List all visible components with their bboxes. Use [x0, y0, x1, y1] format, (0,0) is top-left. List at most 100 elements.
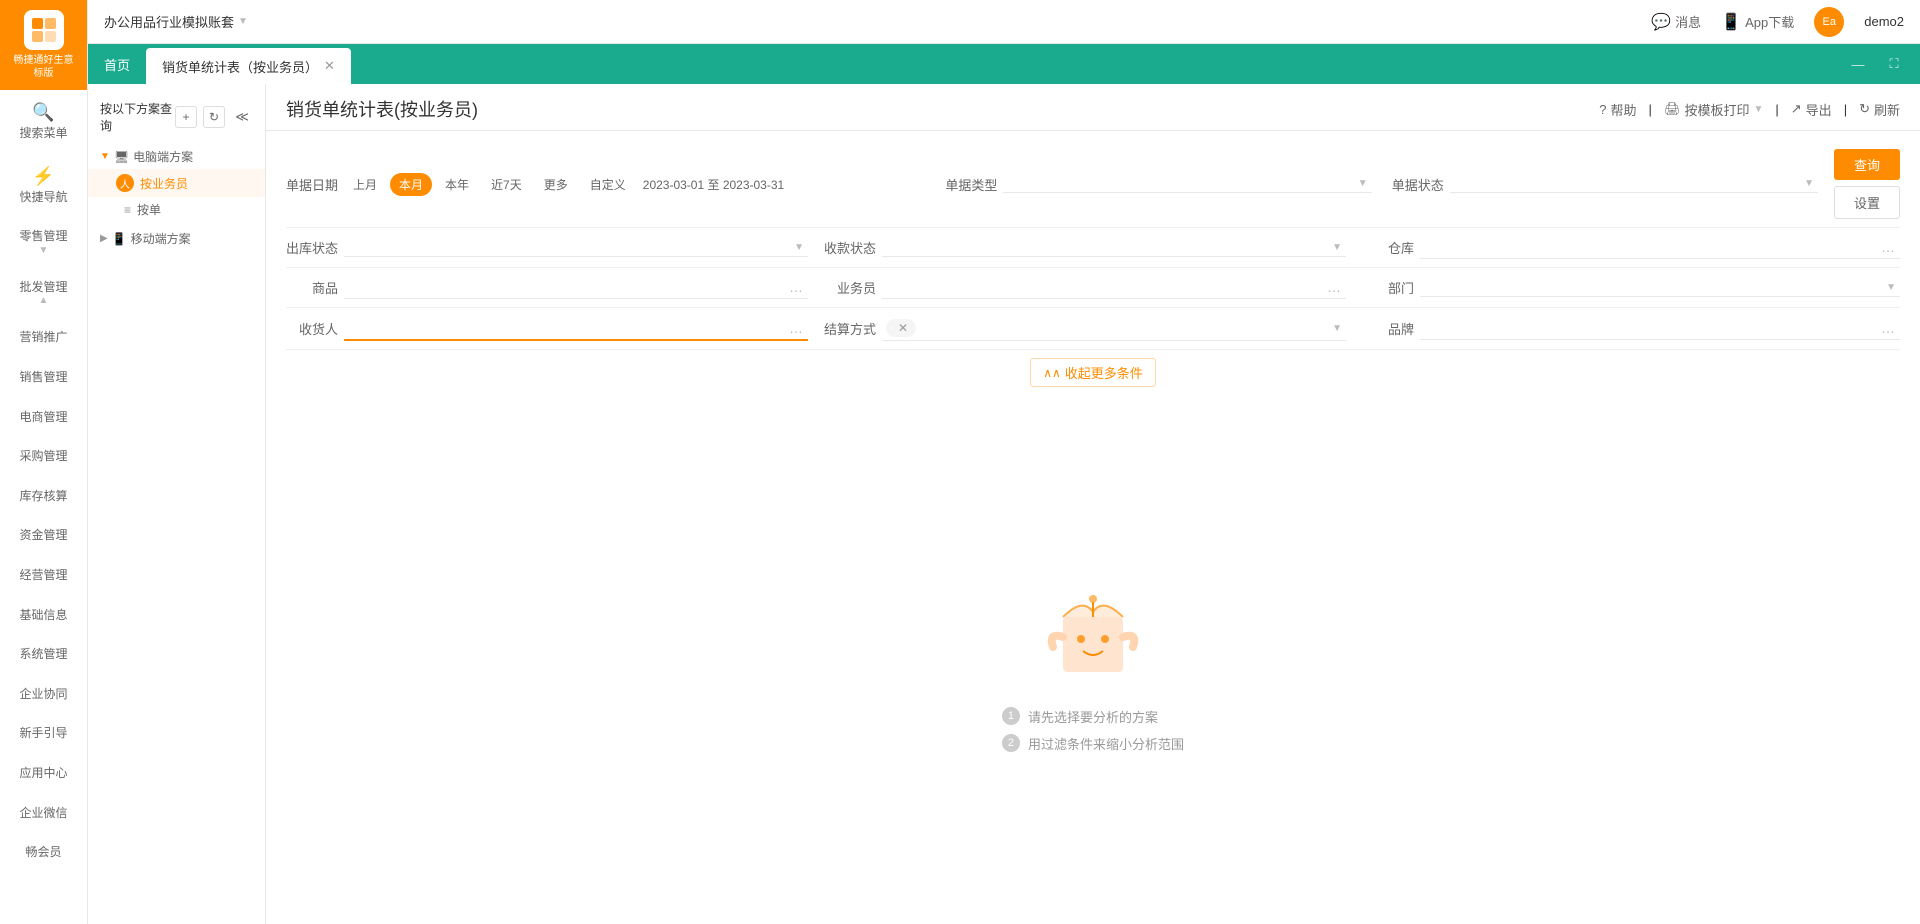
sidebar-item-wechat[interactable]: 企业微信 [0, 794, 87, 834]
sidebar-item-basics[interactable]: 基础信息 [0, 596, 87, 636]
date-btn-last-month[interactable]: 上月 [344, 173, 386, 196]
out-status-select[interactable]: ▼ [344, 239, 808, 257]
panel-header: 按以下方案查询 + ↻ ≪ [88, 94, 265, 140]
export-icon: ↗ [1791, 101, 1802, 117]
minimize-icon: — [1852, 57, 1865, 72]
quick-nav-icon: ⚡ [32, 166, 54, 187]
tip-num-2: 2 [1002, 734, 1020, 752]
date-btn-this-year[interactable]: 本年 [436, 173, 478, 196]
sidebar-item-finance[interactable]: 资金管理 [0, 516, 87, 556]
account-selector[interactable]: 办公用品行业模拟账套 ▼ [104, 12, 248, 31]
app-download-action[interactable]: 📱 App下载 [1721, 12, 1794, 32]
date-btn-this-month[interactable]: 本月 [390, 173, 432, 196]
sidebar-item-newbie[interactable]: 新手引导 [0, 714, 87, 754]
page-title: 销货单统计表(按业务员) [286, 96, 478, 122]
doc-type-select[interactable]: ▼ [1003, 175, 1371, 193]
header-left: 办公用品行业模拟账套 ▼ [104, 12, 248, 31]
tab-maximize-button[interactable]: ⛶ [1880, 50, 1908, 78]
empty-illustration [1033, 567, 1153, 687]
brand-input[interactable]: … [1420, 317, 1900, 340]
top-header: 办公用品行业模拟账套 ▼ 💬 消息 📱 App下载 Ea demo2 [88, 0, 1920, 44]
sidebar-item-inventory[interactable]: 库存核算 [0, 477, 87, 517]
plan-sub-by-order[interactable]: ≡ 按单 [88, 197, 265, 222]
settings-button[interactable]: 设置 [1834, 186, 1900, 219]
warehouse-input[interactable]: … [1420, 236, 1900, 259]
refresh-action[interactable]: ↻ 刷新 [1859, 100, 1900, 119]
add-plan-button[interactable]: + [175, 106, 197, 128]
receiver-input[interactable]: … [344, 317, 808, 341]
print-icon: 🖨 [1664, 101, 1681, 117]
mobile-icon: 📱 [1721, 12, 1741, 32]
sidebar-item-quick-nav[interactable]: ⚡ 快捷导航 [0, 154, 87, 218]
desktop-section-header[interactable]: ▼ 🖥 电脑端方案 [88, 144, 265, 169]
sidebar-item-operations[interactable]: 经营管理 [0, 556, 87, 596]
refresh-plan-button[interactable]: ↻ [203, 106, 225, 128]
wholesale-expand-icon: ▲ [39, 295, 49, 306]
out-status-chevron-icon: ▼ [794, 242, 804, 253]
dept-select[interactable]: ▼ [1420, 279, 1900, 297]
receiver-dots-icon[interactable]: … [789, 320, 804, 336]
order-icon: ≡ [124, 203, 131, 217]
logo-text: 畅捷通好生意 标版 [14, 54, 74, 80]
sidebar-item-system[interactable]: 系统管理 [0, 635, 87, 675]
settlement-tag-close[interactable]: ✕ [898, 321, 908, 335]
sidebar-item-ecommerce[interactable]: 电商管理 [0, 398, 87, 438]
collect-status-select[interactable]: ▼ [882, 239, 1346, 257]
sidebar-item-sales[interactable]: 销售管理 [0, 358, 87, 398]
tab-home[interactable]: 首页 [88, 44, 146, 84]
salesperson-icon: 人 [116, 174, 134, 192]
goods-input[interactable]: … [344, 276, 808, 299]
salesperson-input[interactable]: … [882, 276, 1346, 299]
logo-area[interactable]: 畅捷通好生意 标版 [0, 0, 87, 90]
salesperson-dots-icon[interactable]: … [1327, 279, 1342, 295]
sidebar-item-member[interactable]: 畅会员 [0, 833, 87, 873]
date-btn-7days[interactable]: 近7天 [482, 173, 531, 196]
query-button[interactable]: 查询 [1834, 149, 1900, 180]
brand-dots-icon[interactable]: … [1881, 320, 1896, 336]
collapse-row: ∧∧ 收起更多条件 [286, 350, 1900, 395]
message-action[interactable]: 💬 消息 [1651, 12, 1701, 32]
sidebar: 畅捷通好生意 标版 🔍 搜索菜单 ⚡ 快捷导航 零售管理 ▼ 批发管理 ▲ 营销… [0, 0, 88, 924]
mobile-section-header[interactable]: ▶ 📱 移动端方案 [88, 226, 265, 251]
doc-status-chevron-icon: ▼ [1804, 178, 1814, 189]
settlement-cell: 结算方式 ✕ ▼ [824, 308, 1362, 349]
tab-minimize-button[interactable]: — [1844, 50, 1872, 78]
filter-row-3: 商品 … 业务员 … 部门 [286, 268, 1900, 308]
page-title-bar: 销货单统计表(按业务员) ? 帮助 | 🖨 按模板打印 ▼ | ↗ [266, 84, 1920, 131]
sidebar-item-retail[interactable]: 零售管理 ▼ [0, 217, 87, 268]
date-btn-more[interactable]: 更多 [535, 173, 577, 196]
settlement-select[interactable]: ✕ ▼ [882, 316, 1346, 341]
settlement-tag: ✕ [886, 319, 916, 337]
tab-sales-stat[interactable]: 销货单统计表（按业务员） ✕ [146, 48, 351, 84]
template-print-action[interactable]: 🖨 按模板打印 ▼ [1664, 100, 1763, 119]
sidebar-item-enterprise[interactable]: 企业协同 [0, 675, 87, 715]
help-action[interactable]: ? 帮助 [1599, 100, 1636, 119]
sidebar-item-app-center[interactable]: 应用中心 [0, 754, 87, 794]
retail-expand-icon: ▼ [39, 245, 49, 256]
collapse-button[interactable]: ∧∧ 收起更多条件 [1030, 358, 1156, 387]
tab-close-icon[interactable]: ✕ [324, 58, 335, 74]
selector-chevron-icon: ▼ [238, 16, 248, 27]
sidebar-item-purchase[interactable]: 采购管理 [0, 437, 87, 477]
collapse-panel-button[interactable]: ≪ [231, 106, 253, 128]
dept-cell: 部门 ▼ [1362, 268, 1900, 307]
doc-type-cell: 单据类型 ▼ [925, 175, 1371, 194]
sidebar-item-search[interactable]: 🔍 搜索菜单 [0, 90, 87, 154]
date-btn-custom[interactable]: 自定义 [581, 173, 635, 196]
help-icon: ? [1599, 102, 1606, 117]
user-avatar[interactable]: Ea [1814, 7, 1844, 37]
empty-state: 1 请先选择要分析的方案 2 用过滤条件来缩小分析范围 [266, 395, 1920, 924]
divider2: | [1775, 102, 1778, 117]
doc-type-chevron-icon: ▼ [1358, 178, 1368, 189]
goods-dots-icon[interactable]: … [789, 279, 804, 295]
plan-item-by-salesperson[interactable]: 人 按业务员 [88, 169, 265, 197]
doc-status-select[interactable]: ▼ [1450, 175, 1818, 193]
search-nav-icon: 🔍 [32, 102, 54, 123]
sidebar-item-marketing[interactable]: 营销推广 [0, 318, 87, 358]
sidebar-item-wholesale[interactable]: 批发管理 ▲ [0, 268, 87, 319]
salesperson-cell: 业务员 … [824, 268, 1362, 307]
desktop-icon: 🖥 [114, 150, 129, 164]
date-filter-cell: 单据日期 上月 本月 本年 近7天 更多 自定义 2023-03-01 至 20… [286, 173, 925, 196]
warehouse-dots-icon[interactable]: … [1881, 239, 1896, 255]
export-action[interactable]: ↗ 导出 [1791, 100, 1832, 119]
